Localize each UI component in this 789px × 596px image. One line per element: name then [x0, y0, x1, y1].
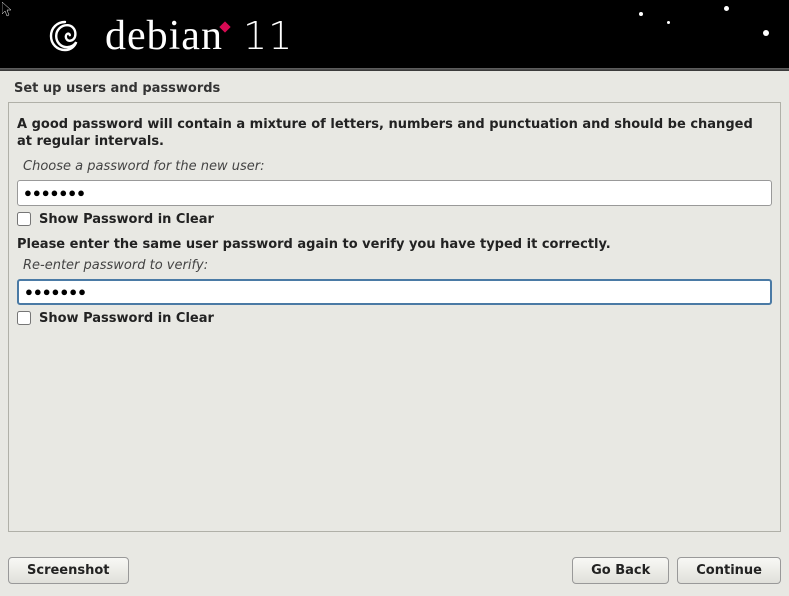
password-instruction: A good password will contain a mixture o…	[17, 117, 772, 151]
version-number: 11	[243, 14, 293, 58]
footer-button-bar: Screenshot Go Back Continue	[0, 557, 789, 584]
password2-label: Re-enter password to verify:	[23, 258, 772, 273]
go-back-button[interactable]: Go Back	[572, 557, 669, 584]
password-input[interactable]	[17, 180, 772, 206]
page-title: Set up users and passwords	[0, 71, 789, 102]
mouse-cursor-icon	[2, 2, 14, 22]
screenshot-button[interactable]: Screenshot	[8, 557, 129, 584]
header-decoration	[629, 5, 739, 20]
password-verify-input[interactable]	[17, 279, 772, 305]
show-password-label-2: Show Password in Clear	[39, 311, 214, 326]
show-password-checkbox-2[interactable]	[17, 311, 31, 325]
show-password-checkbox-1[interactable]	[17, 212, 31, 226]
continue-button[interactable]: Continue	[677, 557, 781, 584]
show-password-label-1: Show Password in Clear	[39, 212, 214, 227]
brand-name: debian	[105, 12, 223, 60]
debian-swirl-icon	[45, 16, 85, 56]
password1-label: Choose a password for the new user:	[23, 159, 772, 174]
installer-header: debian 11	[0, 0, 789, 71]
debian-logo-text: debian 11	[105, 12, 293, 60]
main-form-panel: A good password will contain a mixture o…	[8, 102, 781, 532]
verify-instruction: Please enter the same user password agai…	[17, 237, 772, 252]
